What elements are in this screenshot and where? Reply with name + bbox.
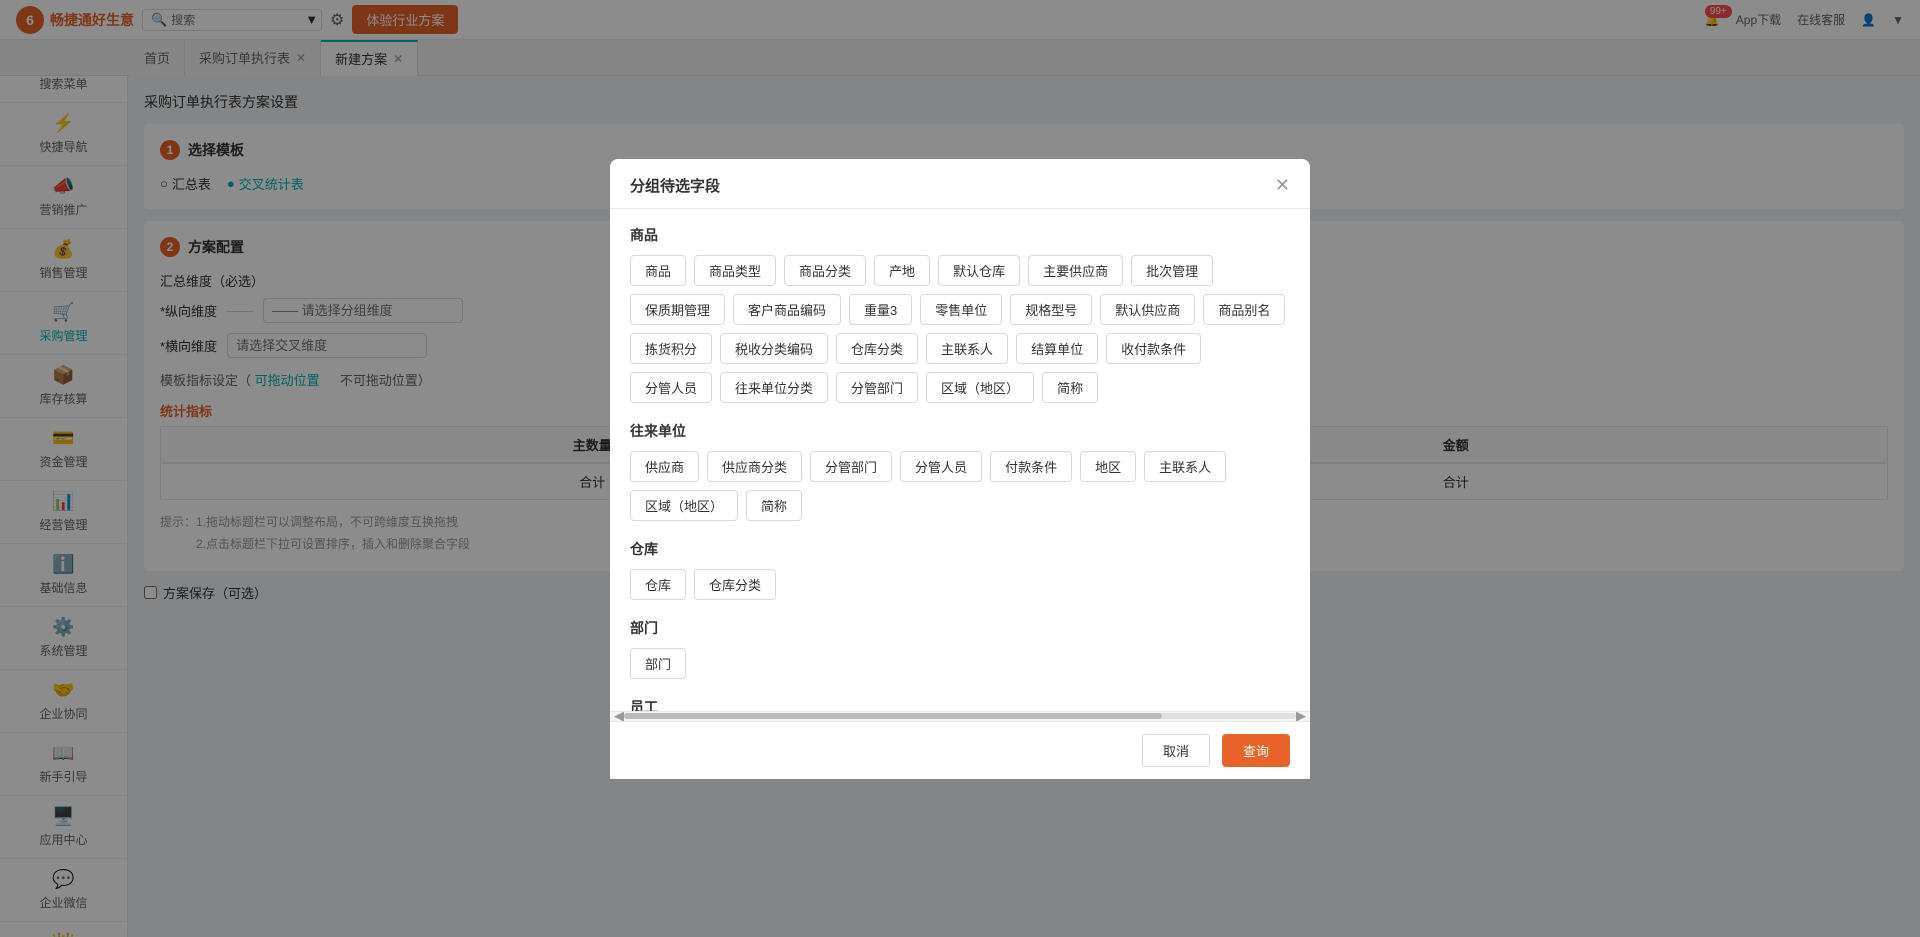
field-tag[interactable]: 往来单位分类: [720, 372, 828, 403]
field-tag[interactable]: 商品别名: [1203, 294, 1285, 325]
field-tag[interactable]: 供应商: [630, 451, 699, 482]
field-tag[interactable]: 税收分类编码: [720, 333, 828, 364]
field-tags-仓库: 仓库仓库分类: [630, 569, 1290, 600]
field-tag[interactable]: 地区: [1080, 451, 1136, 482]
section-title-部门: 部门: [630, 618, 1290, 638]
field-tag[interactable]: 分管人员: [900, 451, 982, 482]
field-tag[interactable]: 客户商品编码: [733, 294, 841, 325]
field-tag[interactable]: 拣货积分: [630, 333, 712, 364]
field-tag[interactable]: 商品类型: [694, 255, 776, 286]
field-tag[interactable]: 规格型号: [1010, 294, 1092, 325]
field-tag[interactable]: 主要供应商: [1028, 255, 1123, 286]
confirm-button[interactable]: 查询: [1222, 734, 1290, 767]
field-tag[interactable]: 保质期管理: [630, 294, 725, 325]
field-tag[interactable]: 产地: [874, 255, 930, 286]
field-tag[interactable]: 结算单位: [1016, 333, 1098, 364]
field-tag[interactable]: 主联系人: [926, 333, 1008, 364]
scrollbar-track: [624, 713, 1296, 719]
field-tag[interactable]: 零售单位: [920, 294, 1002, 325]
section-title-员工: 员工: [630, 697, 1290, 711]
field-tag[interactable]: 默认仓库: [938, 255, 1020, 286]
field-tag[interactable]: 仓库分类: [836, 333, 918, 364]
section-商品: 商品商品商品类型商品分类产地默认仓库主要供应商批次管理保质期管理客户商品编码重量…: [630, 225, 1290, 403]
field-tag[interactable]: 分管人员: [630, 372, 712, 403]
field-tag[interactable]: 分管部门: [836, 372, 918, 403]
field-tag[interactable]: 仓库分类: [694, 569, 776, 600]
field-tag[interactable]: 重量3: [849, 294, 912, 325]
field-tag[interactable]: 商品分类: [784, 255, 866, 286]
field-tag[interactable]: 部门: [630, 648, 686, 679]
section-title-商品: 商品: [630, 225, 1290, 245]
field-tags-商品: 商品商品类型商品分类产地默认仓库主要供应商批次管理保质期管理客户商品编码重量3 零…: [630, 255, 1290, 403]
modal-overlay: 分组待选字段 ✕ 商品商品商品类型商品分类产地默认仓库主要供应商批次管理保质期管…: [0, 0, 1920, 937]
field-tags-部门: 部门: [630, 648, 1290, 679]
field-tag[interactable]: 商品: [630, 255, 686, 286]
field-tag[interactable]: 主联系人: [1144, 451, 1226, 482]
section-title-仓库: 仓库: [630, 539, 1290, 559]
field-tag[interactable]: 区域（地区）: [630, 490, 738, 521]
field-tag[interactable]: 付款条件: [990, 451, 1072, 482]
section-员工: 员工业务员: [630, 697, 1290, 711]
field-tags-往来单位: 供应商供应商分类分管部门分管人员付款条件地区主联系人区域（地区） 简称: [630, 451, 1290, 521]
section-title-往来单位: 往来单位: [630, 421, 1290, 441]
modal-header: 分组待选字段 ✕: [610, 159, 1310, 209]
modal-title: 分组待选字段: [630, 175, 720, 196]
section-仓库: 仓库仓库仓库分类: [630, 539, 1290, 600]
field-tag[interactable]: 分管部门: [810, 451, 892, 482]
section-部门: 部门部门: [630, 618, 1290, 679]
field-tag[interactable]: 默认供应商: [1100, 294, 1195, 325]
field-tag[interactable]: 区域（地区）: [926, 372, 1034, 403]
scrollbar-thumb: [624, 713, 1162, 719]
modal-footer: 取消 查询: [610, 721, 1310, 779]
horizontal-scrollbar[interactable]: ◀ ▶: [610, 711, 1310, 721]
field-tag[interactable]: 批次管理: [1131, 255, 1213, 286]
section-往来单位: 往来单位供应商供应商分类分管部门分管人员付款条件地区主联系人区域（地区） 简称: [630, 421, 1290, 521]
field-tag[interactable]: 简称: [1042, 372, 1098, 403]
field-tag[interactable]: 简称: [746, 490, 802, 521]
field-tag[interactable]: 供应商分类: [707, 451, 802, 482]
field-tag[interactable]: 仓库: [630, 569, 686, 600]
modal-close-icon[interactable]: ✕: [1275, 175, 1290, 196]
cancel-button[interactable]: 取消: [1142, 734, 1210, 767]
modal-body: 商品商品商品类型商品分类产地默认仓库主要供应商批次管理保质期管理客户商品编码重量…: [610, 209, 1310, 711]
field-tag[interactable]: 收付款条件: [1106, 333, 1201, 364]
field-select-modal: 分组待选字段 ✕ 商品商品商品类型商品分类产地默认仓库主要供应商批次管理保质期管…: [610, 159, 1310, 779]
